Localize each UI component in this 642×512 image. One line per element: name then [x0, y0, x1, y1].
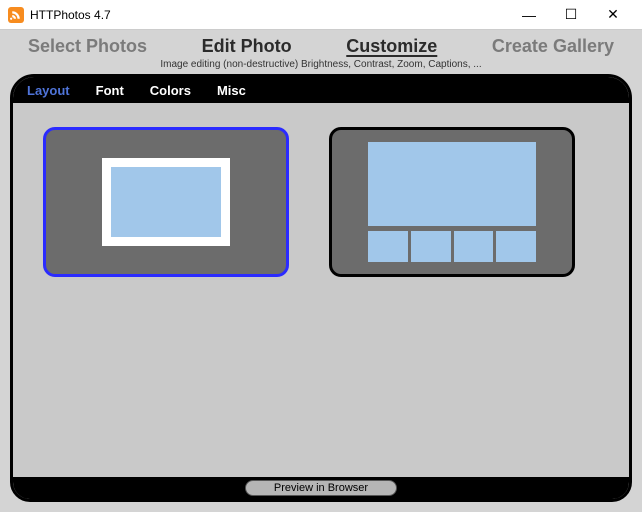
- window-controls: — ☐ ✕: [508, 1, 634, 29]
- maximize-button[interactable]: ☐: [550, 1, 592, 29]
- close-button[interactable]: ✕: [592, 1, 634, 29]
- layout-strip-thumb: [411, 231, 451, 262]
- subnav-colors[interactable]: Colors: [150, 83, 191, 98]
- hint-text: Image editing (non-destructive) Brightne…: [6, 59, 636, 70]
- layout-thumb-inner: [111, 167, 221, 237]
- subnav-font[interactable]: Font: [96, 83, 124, 98]
- tab-create-gallery[interactable]: Create Gallery: [490, 36, 616, 57]
- tab-select-photos[interactable]: Select Photos: [26, 36, 149, 57]
- tab-edit-photo[interactable]: Edit Photo: [200, 36, 294, 57]
- app-icon: [8, 7, 24, 23]
- layout-strip-thumbs: [368, 228, 536, 262]
- window-title: HTTPhotos 4.7: [30, 8, 508, 22]
- layout-option-single[interactable]: [43, 127, 289, 277]
- layout-strip-thumb: [454, 231, 494, 262]
- subnav-misc[interactable]: Misc: [217, 83, 246, 98]
- preview-button[interactable]: Preview in Browser: [245, 480, 397, 496]
- subnav: Layout Font Colors Misc: [13, 77, 629, 103]
- subnav-layout[interactable]: Layout: [27, 83, 70, 98]
- layout-strip-thumb: [496, 231, 536, 262]
- layout-strip-main: [368, 142, 536, 228]
- tab-customize[interactable]: Customize: [344, 36, 439, 57]
- layout-option-strip[interactable]: [329, 127, 575, 277]
- app-body: Select Photos Edit Photo Customize Creat…: [0, 30, 642, 512]
- layout-options: [13, 103, 629, 301]
- layout-strip-thumb: [368, 231, 408, 262]
- minimize-button[interactable]: —: [508, 1, 550, 29]
- bottom-bar: Preview in Browser: [13, 477, 629, 499]
- top-tabs: Select Photos Edit Photo Customize Creat…: [6, 34, 636, 57]
- layout-thumb-frame: [102, 158, 230, 246]
- layout-strip-inner: [368, 142, 536, 262]
- main-panel: Layout Font Colors Misc: [10, 74, 632, 502]
- titlebar: HTTPhotos 4.7 — ☐ ✕: [0, 0, 642, 30]
